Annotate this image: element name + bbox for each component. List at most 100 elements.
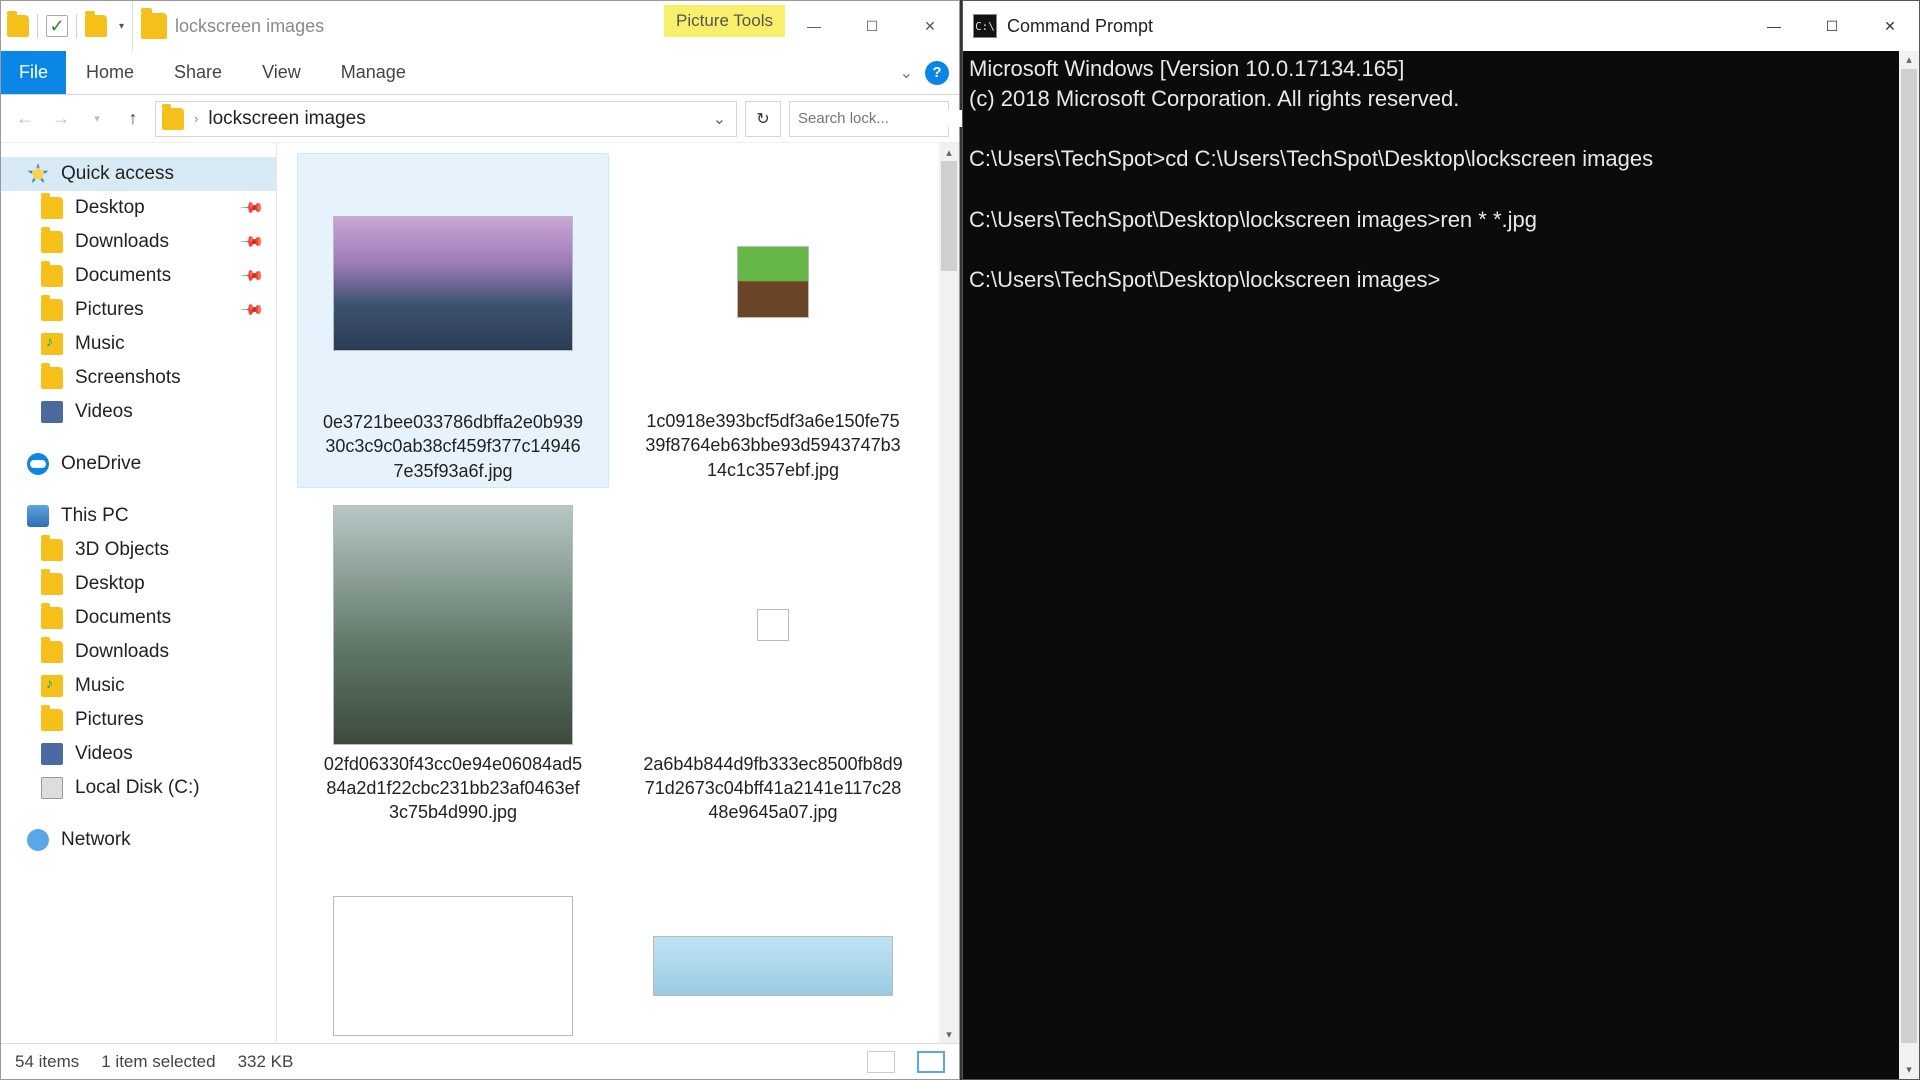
- file-name: 1c0918e393bcf5df3a6e150fe7539f8764eb63bb…: [643, 409, 903, 482]
- cmd-window-title: Command Prompt: [1007, 16, 1745, 37]
- nav-label: Music: [75, 675, 125, 697]
- explorer-titlebar[interactable]: ✓ ▾ lockscreen images Picture Tools — ☐ …: [1, 1, 959, 51]
- nav-item-desktop[interactable]: Desktop📌: [1, 191, 276, 225]
- file-explorer-window: ✓ ▾ lockscreen images Picture Tools — ☐ …: [0, 0, 960, 1080]
- scroll-down-icon[interactable]: ▾: [1899, 1061, 1919, 1079]
- status-item-count: 54 items: [15, 1052, 79, 1072]
- tab-share[interactable]: Share: [154, 51, 242, 94]
- thumbnail-image: [333, 896, 573, 1036]
- file-thumbnail[interactable]: 02fd06330f43cc0e94e06084ad584a2d1f22cbc2…: [297, 496, 609, 829]
- status-selection: 1 item selected: [101, 1052, 215, 1072]
- folder-icon: [41, 777, 63, 799]
- nav-label: Videos: [75, 401, 133, 423]
- chevron-right-icon[interactable]: ›: [194, 111, 198, 126]
- search-box[interactable]: 🔍: [789, 101, 949, 137]
- file-thumbnail[interactable]: [297, 837, 609, 1043]
- nav-label: Downloads: [75, 231, 169, 253]
- nav-label: Local Disk (C:): [75, 777, 200, 799]
- file-thumbnail[interactable]: [617, 837, 929, 1043]
- close-button[interactable]: ✕: [901, 1, 959, 51]
- nav-this-pc[interactable]: This PC: [1, 499, 276, 533]
- properties-icon[interactable]: ✓: [46, 15, 68, 37]
- nav-onedrive[interactable]: OneDrive: [1, 447, 276, 481]
- file-list-pane[interactable]: 0e3721bee033786dbffa2e0b93930c3c9c0ab38c…: [277, 143, 959, 1043]
- picture-tools-context-tab[interactable]: Picture Tools: [664, 5, 785, 37]
- maximize-button[interactable]: ☐: [1803, 1, 1861, 51]
- ribbon-collapse-icon[interactable]: ⌄: [900, 63, 913, 83]
- minimize-button[interactable]: —: [785, 1, 843, 51]
- pc-icon: [27, 505, 49, 527]
- scroll-up-icon[interactable]: ▴: [946, 143, 952, 161]
- nav-up-button[interactable]: ↑: [119, 105, 147, 133]
- cloud-icon: [27, 453, 49, 475]
- scroll-up-icon[interactable]: ▴: [1899, 51, 1919, 69]
- nav-item-desktop[interactable]: Desktop: [1, 567, 276, 601]
- scrollbar-thumb[interactable]: [941, 161, 957, 271]
- file-thumbnail[interactable]: 0e3721bee033786dbffa2e0b93930c3c9c0ab38c…: [297, 153, 609, 488]
- folder-icon: [7, 15, 29, 37]
- breadcrumb[interactable]: › lockscreen images ⌄: [155, 101, 737, 137]
- star-icon: [27, 163, 49, 185]
- tab-home[interactable]: Home: [66, 51, 154, 94]
- nav-network[interactable]: Network: [1, 823, 276, 857]
- folder-icon: [41, 401, 63, 423]
- file-thumbnail[interactable]: 2a6b4b844d9fb333ec8500fb8d971d2673c04bff…: [617, 496, 929, 829]
- nav-back-button[interactable]: ←: [11, 105, 39, 133]
- new-folder-icon[interactable]: [85, 15, 107, 37]
- folder-icon: [41, 675, 63, 697]
- nav-item-videos[interactable]: Videos: [1, 737, 276, 771]
- breadcrumb-segment[interactable]: lockscreen images: [208, 108, 365, 130]
- command-prompt-window: C:\ Command Prompt — ☐ ✕ Microsoft Windo…: [962, 0, 1920, 1080]
- nav-item-documents[interactable]: Documents: [1, 601, 276, 635]
- nav-item-downloads[interactable]: Downloads: [1, 635, 276, 669]
- file-name: 0e3721bee033786dbffa2e0b93930c3c9c0ab38c…: [323, 410, 583, 483]
- folder-icon: [41, 231, 63, 253]
- network-icon: [27, 829, 49, 851]
- nav-item-pictures[interactable]: Pictures📌: [1, 293, 276, 327]
- maximize-button[interactable]: ☐: [843, 1, 901, 51]
- cmd-titlebar[interactable]: C:\ Command Prompt — ☐ ✕: [963, 1, 1919, 51]
- file-thumbnail[interactable]: 1c0918e393bcf5df3a6e150fe7539f8764eb63bb…: [617, 153, 929, 488]
- cmd-output[interactable]: Microsoft Windows [Version 10.0.17134.16…: [963, 51, 1919, 1079]
- nav-item-pictures[interactable]: Pictures: [1, 703, 276, 737]
- thumbnails-view-button[interactable]: [917, 1051, 945, 1073]
- nav-item-local-disk-c-[interactable]: Local Disk (C:): [1, 771, 276, 805]
- navigation-pane[interactable]: Quick access Desktop📌Downloads📌Documents…: [1, 143, 277, 1043]
- pin-icon: 📌: [240, 229, 266, 255]
- tab-file[interactable]: File: [1, 51, 66, 94]
- cmd-text: Microsoft Windows [Version 10.0.17134.16…: [969, 56, 1653, 292]
- pin-icon: 📌: [240, 263, 266, 289]
- nav-item-videos[interactable]: Videos: [1, 395, 276, 429]
- nav-quick-access[interactable]: Quick access: [1, 157, 276, 191]
- close-button[interactable]: ✕: [1861, 1, 1919, 51]
- nav-item-music[interactable]: Music: [1, 669, 276, 703]
- help-icon[interactable]: ?: [925, 61, 949, 85]
- nav-item-downloads[interactable]: Downloads 📌: [1, 225, 276, 259]
- nav-label: Videos: [75, 743, 133, 765]
- qat-dropdown-icon[interactable]: ▾: [115, 21, 128, 32]
- tab-manage[interactable]: Manage: [321, 51, 426, 94]
- tab-view[interactable]: View: [242, 51, 321, 94]
- nav-recent-dropdown-icon[interactable]: ▾: [83, 105, 111, 133]
- scrollbar-thumb[interactable]: [1901, 69, 1917, 1043]
- file-name: 2a6b4b844d9fb333ec8500fb8d971d2673c04bff…: [643, 752, 903, 825]
- address-dropdown-icon[interactable]: ⌄: [703, 109, 736, 129]
- nav-item-music[interactable]: Music: [1, 327, 276, 361]
- nav-item-3d-objects[interactable]: 3D Objects: [1, 533, 276, 567]
- vertical-scrollbar[interactable]: ▴ ▾: [939, 143, 959, 1043]
- refresh-button[interactable]: ↻: [745, 101, 781, 137]
- thumbnail-image: [333, 505, 573, 745]
- nav-forward-button[interactable]: →: [47, 105, 75, 133]
- thumbnail-image: [737, 246, 809, 318]
- nav-label: Desktop: [75, 197, 145, 219]
- nav-label: 3D Objects: [75, 539, 169, 561]
- vertical-scrollbar[interactable]: ▴ ▾: [1899, 51, 1919, 1079]
- folder-icon: [41, 265, 63, 287]
- nav-label: Music: [75, 333, 125, 355]
- scroll-down-icon[interactable]: ▾: [946, 1025, 952, 1043]
- nav-label: OneDrive: [61, 453, 141, 475]
- details-view-button[interactable]: [867, 1051, 895, 1073]
- nav-item-screenshots[interactable]: Screenshots: [1, 361, 276, 395]
- minimize-button[interactable]: —: [1745, 1, 1803, 51]
- nav-item-documents[interactable]: Documents📌: [1, 259, 276, 293]
